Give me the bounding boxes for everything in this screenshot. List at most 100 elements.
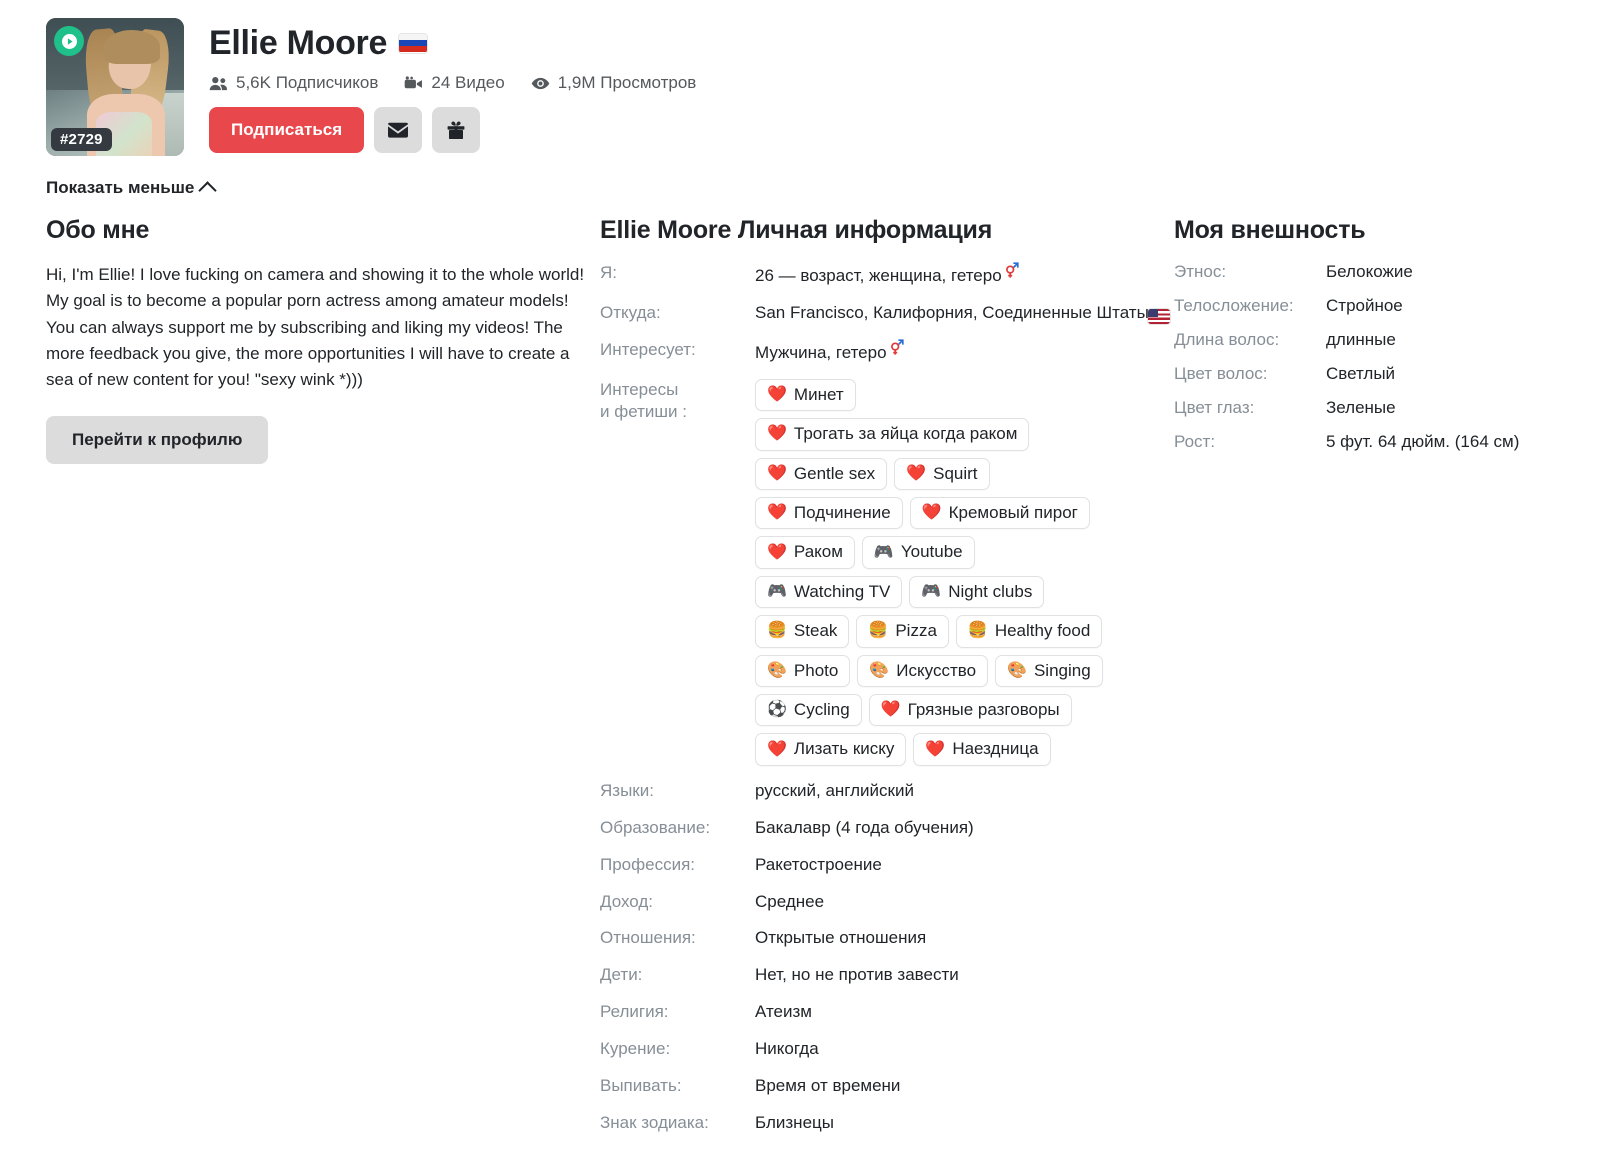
show-less-toggle[interactable]: Показать меньше xyxy=(46,178,218,200)
interest-chip[interactable]: 🎨 Искусство xyxy=(857,654,989,687)
heart-icon: ❤️ xyxy=(767,425,787,443)
appearance-row: Этнос: Белокожие xyxy=(1174,262,1574,282)
appearance-value: Зеленые xyxy=(1326,398,1396,417)
stat-subscribers: 5,6K Подписчиков xyxy=(209,73,378,93)
appearance-value: Светлый xyxy=(1326,364,1396,383)
info-label: Откуда: xyxy=(600,302,661,322)
appearance-column: Моя внешность Этнос: Белокожие Телосложени… xyxy=(1174,216,1574,466)
heart-icon: ❤️ xyxy=(767,504,787,522)
go-to-profile-button[interactable]: Перейти к профилю xyxy=(46,415,269,464)
interest-chip-label: Youtube xyxy=(900,542,963,562)
interest-chip[interactable]: 🎮 Watching TV xyxy=(755,575,903,609)
interest-chip[interactable]: ❤️ Трогать за яйца когда раком xyxy=(755,418,1030,451)
interests-label-line1: Интересы xyxy=(600,379,679,399)
info-value: Нет, но не против завести xyxy=(755,965,959,985)
gift-icon xyxy=(446,120,466,140)
interest-chip-label: Минет xyxy=(793,384,844,404)
ru-flag-icon xyxy=(399,33,428,53)
interest-chip-label: Night clubs xyxy=(948,581,1033,601)
interest-chip[interactable]: ⚽ Cycling xyxy=(755,693,862,727)
gamepad-icon: 🎮 xyxy=(767,582,787,600)
appearance-row: Цвет волос: Светлый xyxy=(1174,364,1574,384)
appearance-row: Цвет глаз: Зеленые xyxy=(1174,398,1574,418)
interest-chip-label: Раком xyxy=(793,542,843,562)
interest-chip[interactable]: 🍔 Healthy food xyxy=(955,615,1103,648)
info-label: Курение: xyxy=(600,1039,671,1059)
burger-icon: 🍔 xyxy=(967,622,988,640)
info-value: Открытые отношения xyxy=(755,928,927,948)
interest-chip[interactable]: 🍔 Pizza xyxy=(856,615,949,648)
interest-chip[interactable]: ❤️ Грязные разговоры xyxy=(868,693,1072,727)
interest-chip-label: Наездница xyxy=(952,739,1039,759)
info-value: Мужчина, гетеро xyxy=(755,339,1160,365)
interest-chip[interactable]: ❤️ Минет xyxy=(755,378,856,412)
interests-label: Интересы и фетиши : xyxy=(600,379,755,423)
palette-icon: 🎨 xyxy=(1007,661,1027,679)
appearance-label: Телосложение: xyxy=(1174,296,1294,315)
interest-chip-label: Pizza xyxy=(895,621,937,641)
info-label: Отношения: xyxy=(600,928,696,948)
interest-chip[interactable]: 🎮 Youtube xyxy=(861,536,975,569)
info-row: Образование: Бакалавр (4 года обучения) xyxy=(600,817,1160,840)
interest-chip[interactable]: ❤️ Раком xyxy=(755,536,855,569)
info-value: Близнецы xyxy=(755,1113,834,1133)
subscribe-button[interactable]: Подписаться xyxy=(209,107,365,153)
interest-chip[interactable]: 🎨 Photo xyxy=(755,654,851,687)
interest-chip-label: Squirt xyxy=(933,463,978,483)
info-value: Бакалавр (4 года обучения) xyxy=(755,817,974,837)
interest-chip[interactable]: ❤️ Наездница xyxy=(913,733,1051,766)
appearance-title: Моя внешность xyxy=(1174,216,1366,244)
gift-button[interactable] xyxy=(432,107,481,153)
info-value: Атеизм xyxy=(755,1002,812,1022)
soccer-ball-icon: ⚽ xyxy=(767,701,787,719)
interest-chip[interactable]: 🎨 Singing xyxy=(995,654,1103,687)
info-value-text: 26 — возраст, женщина, гетеро xyxy=(755,266,1002,285)
about-text: Hi, I'm Ellie! I love fucking on camera … xyxy=(46,265,585,390)
info-value-text: Мужчина, гетеро xyxy=(755,342,887,362)
info-row: Знак зодиака: Близнецы xyxy=(600,1112,1160,1135)
profile-header: #2729 Ellie Moore 5,6K Подписчиков 24 Ви… xyxy=(0,0,1600,156)
interest-chip[interactable]: ❤️ Squirt xyxy=(894,457,990,490)
profile-stats: 5,6K Подписчиков 24 Видео 1,9M Просмотро… xyxy=(209,73,696,93)
interest-chip-label: Лизать киску xyxy=(793,739,895,759)
avatar[interactable]: #2729 xyxy=(46,18,184,156)
gamepad-icon: 🎮 xyxy=(873,543,894,561)
info-row: Курение: Никогда xyxy=(600,1038,1160,1061)
info-row-interests: Интересы и фетиши : ❤️ Минет ❤️ Трогать за … xyxy=(600,378,1160,766)
info-label: Доход: xyxy=(600,891,654,911)
stat-videos: 24 Видео xyxy=(404,73,505,93)
appearance-value: 5 фут. 64 дюйм. (164 см) xyxy=(1326,432,1520,451)
appearance-rows: Этнос: Белокожие Телосложение: Стройное Длин… xyxy=(1174,262,1574,452)
heart-icon: ❤️ xyxy=(906,464,927,482)
personal-info-column: Ellie Moore Личная информация Я: 26 — во… xyxy=(600,216,1170,1149)
about-column: Обо мне Hi, I'm Ellie! I love fucking on… xyxy=(46,216,586,464)
profile-page: #2729 Ellie Moore 5,6K Подписчиков 24 Ви… xyxy=(0,0,1600,1158)
show-less-label: Показать меньше xyxy=(46,178,195,197)
users-icon xyxy=(209,76,228,91)
interest-chip[interactable]: 🎮 Night clubs xyxy=(909,575,1045,609)
info-value: Время от времени xyxy=(755,1076,901,1096)
heart-icon: ❤️ xyxy=(880,701,901,719)
interest-chip-label: Singing xyxy=(1033,660,1091,680)
interest-chip-label: Photo xyxy=(793,660,839,680)
appearance-label: Этнос: xyxy=(1174,262,1227,281)
interest-chip[interactable]: 🍔 Steak xyxy=(755,615,850,648)
interest-chip[interactable]: ❤️ Лизать киску xyxy=(755,733,907,766)
info-row-from: Откуда: San Francisco, Калифорния, Соеди… xyxy=(600,302,1170,325)
interest-chip[interactable]: ❤️ Кремовый пирог xyxy=(909,496,1090,530)
info-value: San Francisco, Калифорния, Соединенные Ш… xyxy=(755,302,1170,325)
info-row-me: Я: 26 — возраст, женщина, гетеро xyxy=(600,262,1160,288)
us-flag-icon xyxy=(1148,308,1170,324)
stat-views-label: 1,9M Просмотров xyxy=(557,73,697,92)
info-value-text: San Francisco, Калифорния, Соединенные Ш… xyxy=(755,302,1149,322)
stat-views: 1,9M Просмотров xyxy=(531,73,697,93)
heart-icon: ❤️ xyxy=(767,543,787,561)
gender-symbol-icon xyxy=(890,339,904,360)
play-icon[interactable] xyxy=(54,26,84,56)
info-value: русский, английский xyxy=(755,780,914,800)
interest-chip[interactable]: ❤️ Gentle sex xyxy=(755,457,888,490)
interest-chip[interactable]: ❤️ Подчинение xyxy=(755,496,903,530)
info-row: Дети: Нет, но не против завести xyxy=(600,964,1160,987)
palette-icon: 🎨 xyxy=(767,661,787,679)
message-button[interactable] xyxy=(374,107,423,153)
